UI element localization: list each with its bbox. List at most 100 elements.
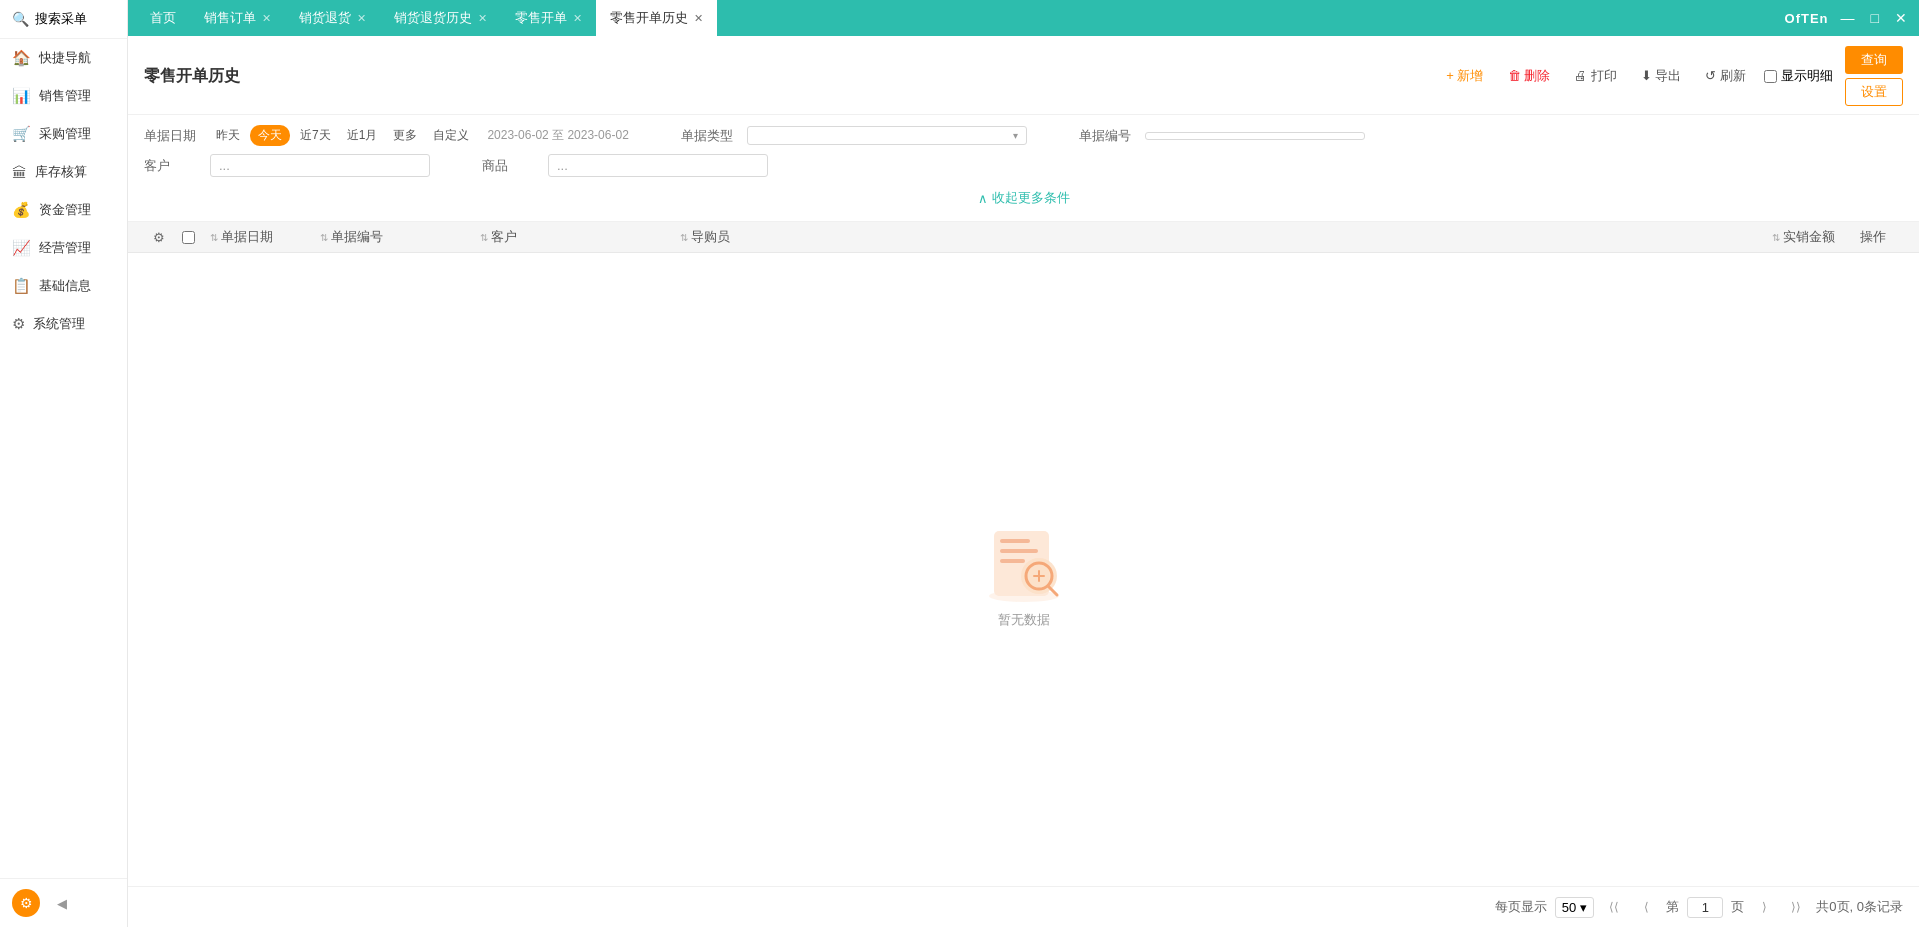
col-head-op: 操作 bbox=[1843, 228, 1903, 246]
tab-retail-open-hist-close[interactable]: ✕ bbox=[694, 12, 703, 25]
next-page-button[interactable]: ⟩ bbox=[1752, 895, 1776, 919]
add-button[interactable]: + 新增 bbox=[1440, 63, 1489, 89]
date-btn-more[interactable]: 更多 bbox=[387, 125, 423, 146]
building-icon: 🏛 bbox=[12, 164, 27, 181]
sort-guide-icon[interactable]: ⇅ bbox=[680, 232, 688, 243]
tab-sales-return-label: 销货退货 bbox=[299, 9, 351, 27]
display-detail-label: 显示明细 bbox=[1781, 67, 1833, 85]
refresh-button[interactable]: ↺ 刷新 bbox=[1699, 63, 1752, 89]
tab-retail-open-hist[interactable]: 零售开单历史 ✕ bbox=[596, 0, 717, 36]
table-area: ⚙ ⇅ 单据日期 ⇅ 单据编号 ⇅ 客户 ⇅ bbox=[128, 222, 1919, 886]
export-button[interactable]: ⬇ 导出 bbox=[1635, 63, 1688, 89]
sidebar-item-label: 资金管理 bbox=[39, 201, 91, 219]
prev-page-button[interactable]: ⟨ bbox=[1634, 895, 1658, 919]
tab-retail-open-close[interactable]: ✕ bbox=[573, 12, 582, 25]
goods-filter-input[interactable]: ... bbox=[548, 154, 768, 177]
sidebar-item-sales-mgmt[interactable]: 📊 销售管理 bbox=[0, 77, 127, 115]
query-button[interactable]: 查询 bbox=[1845, 46, 1903, 74]
type-filter-select[interactable]: ▾ bbox=[747, 126, 1027, 145]
date-filter-label: 单据日期 bbox=[144, 127, 198, 145]
tab-sales-order-close[interactable]: ✕ bbox=[262, 12, 271, 25]
topbar: 首页 销售订单 ✕ 销货退货 ✕ 销货退货历史 ✕ 零售开单 ✕ 零售开单历史 … bbox=[128, 0, 1919, 36]
tab-sales-return-close[interactable]: ✕ bbox=[357, 12, 366, 25]
col-head-amount: ⇅ 实销金额 bbox=[1743, 228, 1843, 246]
customer-filter-label: 客户 bbox=[144, 157, 198, 175]
sidebar-item-quick-nav[interactable]: 🏠 快捷导航 bbox=[0, 39, 127, 77]
tab-retail-open-label: 零售开单 bbox=[515, 9, 567, 27]
collapse-icon: ∧ bbox=[978, 191, 988, 206]
tab-retail-open[interactable]: 零售开单 ✕ bbox=[501, 0, 596, 36]
minimize-button[interactable]: — bbox=[1837, 10, 1859, 26]
col-date-label: 单据日期 bbox=[221, 228, 273, 246]
filter-row-2: 客户 ... 商品 ... bbox=[144, 154, 1903, 177]
pagination: 每页显示 50 ▾ ⟨⟨ ⟨ 第 页 ⟩ ⟩⟩ 共0页, 0条记录 bbox=[128, 886, 1919, 927]
print-button[interactable]: 🖨 打印 bbox=[1568, 63, 1623, 89]
sidebar-item-purchase-mgmt[interactable]: 🛒 采购管理 bbox=[0, 115, 127, 153]
num-filter-label: 单据编号 bbox=[1079, 127, 1133, 145]
col-guide-label: 导购员 bbox=[691, 228, 730, 246]
sort-num-icon[interactable]: ⇅ bbox=[320, 232, 328, 243]
num-filter-input[interactable] bbox=[1145, 132, 1365, 140]
col-head-customer: ⇅ 客户 bbox=[472, 228, 672, 246]
page-header: 零售开单历史 + 新增 🗑 删除 🖨 打印 ⬇ 导出 ↺ 刷新 显示明细 查询 … bbox=[128, 36, 1919, 115]
display-detail-checkbox-label: 显示明细 bbox=[1764, 67, 1833, 85]
column-settings-button[interactable]: ⚙ bbox=[144, 230, 174, 245]
delete-button[interactable]: 🗑 删除 bbox=[1502, 63, 1557, 89]
page-number-input[interactable] bbox=[1687, 897, 1723, 918]
svg-rect-3 bbox=[1000, 549, 1038, 553]
table-header: ⚙ ⇅ 单据日期 ⇅ 单据编号 ⇅ 客户 ⇅ bbox=[128, 222, 1919, 253]
first-page-button[interactable]: ⟨⟨ bbox=[1602, 895, 1626, 919]
sidebar-item-operations[interactable]: 📈 经营管理 bbox=[0, 229, 127, 267]
date-btn-yesterday[interactable]: 昨天 bbox=[210, 125, 246, 146]
ops-icon: 📈 bbox=[12, 239, 31, 257]
date-btn-1month[interactable]: 近1月 bbox=[341, 125, 384, 146]
customer-filter-input[interactable]: ... bbox=[210, 154, 430, 177]
toolbar: + 新增 🗑 删除 🖨 打印 ⬇ 导出 ↺ 刷新 显示明细 查询 设置 bbox=[1440, 46, 1903, 106]
tab-home[interactable]: 首页 bbox=[136, 0, 190, 36]
col-head-num: ⇅ 单据编号 bbox=[312, 228, 472, 246]
settings-button[interactable]: ⚙ bbox=[12, 889, 40, 917]
setting-button[interactable]: 设置 bbox=[1845, 78, 1903, 106]
sidebar-item-label: 基础信息 bbox=[39, 277, 91, 295]
sidebar-item-basic-info[interactable]: 📋 基础信息 bbox=[0, 267, 127, 305]
collapse-sidebar-button[interactable]: ◀ bbox=[48, 889, 76, 917]
tab-sales-return-hist[interactable]: 销货退货历史 ✕ bbox=[380, 0, 501, 36]
svg-rect-2 bbox=[1000, 539, 1030, 543]
tab-sales-return-hist-close[interactable]: ✕ bbox=[478, 12, 487, 25]
sidebar: 🔍 搜索采单 🏠 快捷导航 📊 销售管理 🛒 采购管理 🏛 库存核算 💰 资金管… bbox=[0, 0, 128, 927]
select-all-checkbox[interactable] bbox=[182, 231, 195, 244]
sort-customer-icon[interactable]: ⇅ bbox=[480, 232, 488, 243]
svg-rect-4 bbox=[1000, 559, 1025, 563]
sidebar-item-sys-mgmt[interactable]: ⚙ 系统管理 bbox=[0, 305, 127, 343]
date-filter-buttons: 昨天 今天 近7天 近1月 更多 自定义 bbox=[210, 125, 475, 146]
close-window-button[interactable]: ✕ bbox=[1891, 10, 1911, 26]
collapse-filter-button[interactable]: ∧ 收起更多条件 bbox=[144, 185, 1903, 211]
sidebar-search-label: 搜索采单 bbox=[35, 10, 87, 28]
col-amount-label: 实销金额 bbox=[1783, 228, 1835, 246]
col-settings-icon: ⚙ bbox=[153, 230, 165, 245]
goods-filter-placeholder: ... bbox=[557, 158, 568, 173]
last-page-button[interactable]: ⟩⟩ bbox=[1784, 895, 1808, 919]
tab-sales-return[interactable]: 销货退货 ✕ bbox=[285, 0, 380, 36]
date-btn-today[interactable]: 今天 bbox=[250, 125, 290, 146]
date-btn-7days[interactable]: 近7天 bbox=[294, 125, 337, 146]
sidebar-item-inventory[interactable]: 🏛 库存核算 bbox=[0, 153, 127, 191]
money-icon: 💰 bbox=[12, 201, 31, 219]
maximize-button[interactable]: □ bbox=[1867, 10, 1883, 26]
cart-icon: 🛒 bbox=[12, 125, 31, 143]
per-page-select[interactable]: 50 ▾ bbox=[1555, 897, 1594, 918]
sidebar-item-label: 经营管理 bbox=[39, 239, 91, 257]
sidebar-item-label: 系统管理 bbox=[33, 315, 85, 333]
sidebar-search[interactable]: 🔍 搜索采单 bbox=[0, 0, 127, 39]
sort-date-icon[interactable]: ⇅ bbox=[210, 232, 218, 243]
sidebar-item-finance[interactable]: 💰 资金管理 bbox=[0, 191, 127, 229]
filter-row-1: 单据日期 昨天 今天 近7天 近1月 更多 自定义 2023-06-02 至 2… bbox=[144, 125, 1903, 146]
tab-sales-order-label: 销售订单 bbox=[204, 9, 256, 27]
col-op-label: 操作 bbox=[1860, 228, 1886, 246]
sort-amount-icon[interactable]: ⇅ bbox=[1772, 232, 1780, 243]
tab-sales-order[interactable]: 销售订单 ✕ bbox=[190, 0, 285, 36]
page-suffix-label: 页 bbox=[1731, 898, 1744, 916]
display-detail-checkbox[interactable] bbox=[1764, 70, 1777, 83]
date-btn-custom[interactable]: 自定义 bbox=[427, 125, 475, 146]
date-range-text: 2023-06-02 至 2023-06-02 bbox=[487, 127, 628, 144]
